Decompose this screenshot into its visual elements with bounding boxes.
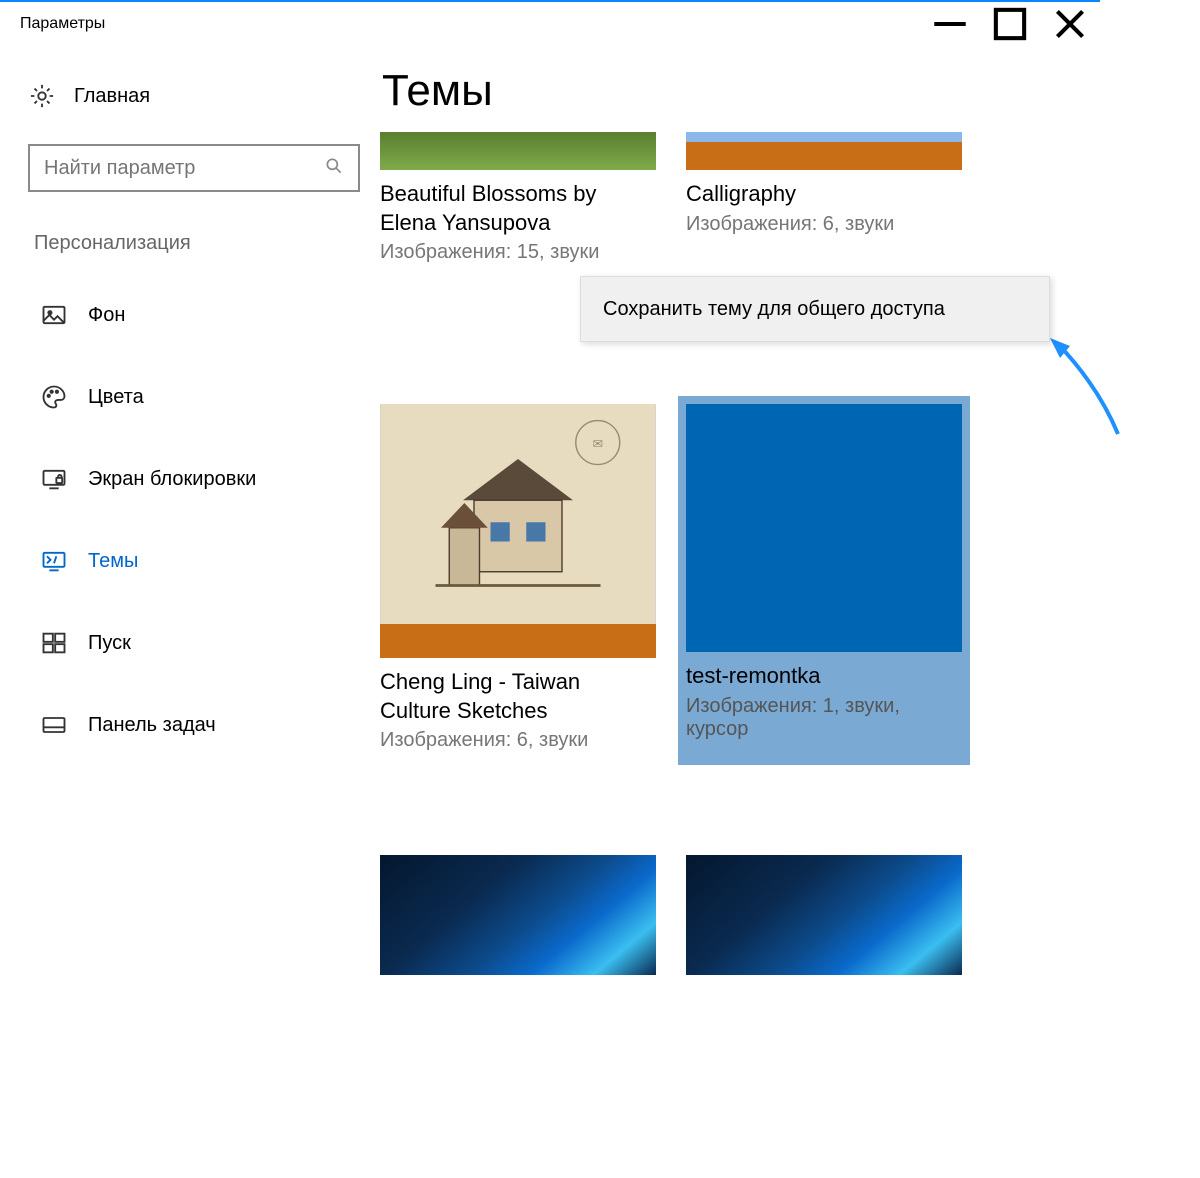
sidebar-item-colors[interactable]: Цвета <box>0 361 360 433</box>
sidebar-item-label: Фон <box>88 304 125 327</box>
sidebar-item-themes[interactable]: Темы <box>0 525 360 597</box>
sidebar-item-label: Темы <box>88 550 138 573</box>
search-icon <box>324 156 344 181</box>
sidebar-item-label: Пуск <box>88 632 131 655</box>
picture-icon <box>40 301 68 329</box>
theme-name: Cheng Ling - Taiwan Culture Sketches <box>380 668 656 725</box>
theme-meta: Изображения: 1, звуки, курсор <box>686 695 962 741</box>
theme-thumbnail <box>380 855 656 975</box>
theme-accent <box>686 142 962 170</box>
theme-card[interactable]: Calligraphy Изображения: 6, звуки <box>686 132 962 264</box>
theme-thumbnail <box>686 404 962 652</box>
startmenu-icon <box>40 629 68 657</box>
taskbar-icon <box>40 711 68 739</box>
search-input[interactable] <box>44 157 324 180</box>
lockscreen-icon <box>40 465 68 493</box>
maximize-button[interactable] <box>980 2 1040 46</box>
theme-thumbnail: ✉ <box>380 404 656 658</box>
themes-icon <box>40 547 68 575</box>
sidebar-item-label: Цвета <box>88 386 144 409</box>
theme-card[interactable]: ✉ Cheng Ling - Taiwan Cultur <box>380 404 656 765</box>
sidebar-item-taskbar[interactable]: Панель задач <box>0 689 360 761</box>
theme-card[interactable]: Beautiful Blossoms by Elena Yansupova Из… <box>380 132 656 264</box>
title-bar: Параметры <box>0 2 1100 46</box>
home-nav[interactable]: Главная <box>28 66 360 126</box>
window-controls <box>920 2 1100 46</box>
theme-name: Calligraphy <box>686 180 962 209</box>
theme-image <box>686 404 962 652</box>
svg-text:✉: ✉ <box>593 437 603 451</box>
theme-thumbnail <box>686 855 962 975</box>
sidebar-item-label: Панель задач <box>88 714 216 737</box>
theme-thumbnail <box>686 132 962 170</box>
sidebar: Главная Персонализация Фон Цвета <box>0 66 380 1078</box>
theme-card[interactable] <box>686 855 962 975</box>
theme-image <box>686 132 962 142</box>
theme-card[interactable] <box>380 855 656 975</box>
context-menu-item-save-theme[interactable]: Сохранить тему для общего доступа <box>603 298 945 321</box>
theme-name: test-remontka <box>686 662 962 691</box>
theme-accent <box>380 624 656 658</box>
theme-accent <box>380 132 656 170</box>
close-button[interactable] <box>1040 2 1100 46</box>
theme-meta: Изображения: 6, звуки <box>686 213 962 236</box>
theme-image <box>380 855 656 975</box>
sidebar-item-label: Экран блокировки <box>88 468 256 491</box>
search-input-container[interactable] <box>28 144 360 192</box>
context-menu: Сохранить тему для общего доступа <box>580 276 1050 342</box>
gear-icon <box>28 82 56 110</box>
sidebar-item-background[interactable]: Фон <box>0 279 360 351</box>
palette-icon <box>40 383 68 411</box>
main-content: Темы Beautiful Blossoms by Elena Yansupo… <box>380 66 1100 1078</box>
minimize-button[interactable] <box>920 2 980 46</box>
sidebar-item-lockscreen[interactable]: Экран блокировки <box>0 443 360 515</box>
window-title: Параметры <box>20 15 920 33</box>
home-label: Главная <box>74 85 150 108</box>
section-label: Персонализация <box>28 232 360 255</box>
page-title: Темы <box>382 66 1080 116</box>
theme-thumbnail <box>380 132 656 170</box>
themes-grid: Beautiful Blossoms by Elena Yansupova Из… <box>380 132 1080 975</box>
theme-meta: Изображения: 15, звуки <box>380 241 656 264</box>
theme-card-selected[interactable]: test-remontka Изображения: 1, звуки, кур… <box>686 404 962 765</box>
theme-meta: Изображения: 6, звуки <box>380 729 656 752</box>
sidebar-item-start[interactable]: Пуск <box>0 607 360 679</box>
theme-image: ✉ <box>380 404 656 624</box>
theme-name: Beautiful Blossoms by Elena Yansupova <box>380 180 656 237</box>
theme-image <box>686 855 962 975</box>
